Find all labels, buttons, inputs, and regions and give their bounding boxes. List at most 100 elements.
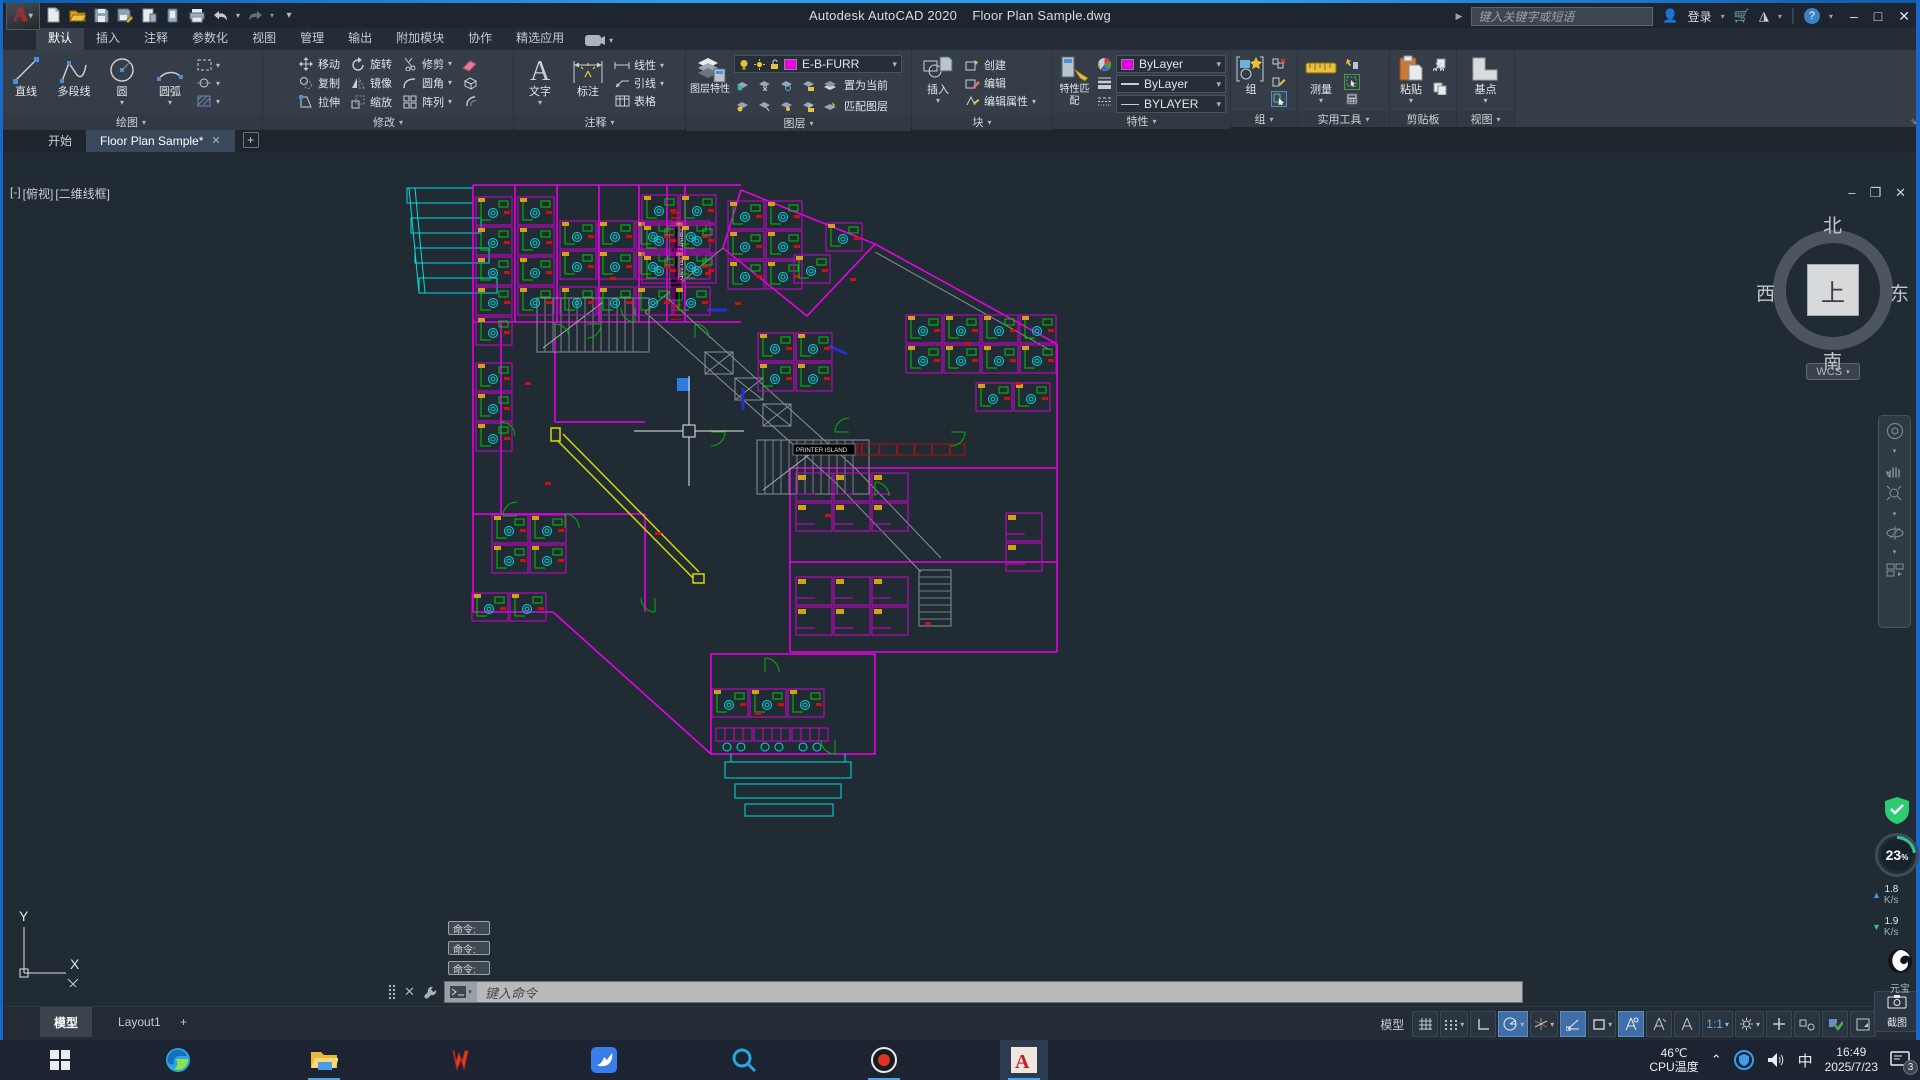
assistant-app-widget[interactable]: 元宝 xyxy=(1880,948,1920,995)
chevron-down-icon[interactable]: ▾ xyxy=(1460,1020,1464,1029)
set-current-button[interactable]: 置为当前 xyxy=(844,77,888,93)
close-button[interactable]: ✕ xyxy=(1898,8,1910,25)
drawing-canvas[interactable]: [-] [俯视] [二维线框] – ❐ ✕ 北 南 西 东 上 WCS ▾ ▾ ▾… xyxy=(0,152,1920,1006)
panel-label-annotate[interactable]: 注释 ▾ xyxy=(514,114,685,130)
panel-label-block[interactable]: 块 ▾ xyxy=(912,114,1052,130)
acceleration-ball-widget[interactable]: 23% xyxy=(1875,833,1919,877)
linetype-dropdown[interactable]: BYLAYER ▾ xyxy=(1116,95,1226,113)
tab-view[interactable]: 视图 xyxy=(240,26,288,50)
layout-tab-model[interactable]: 模型 xyxy=(40,1007,93,1037)
tab-manage[interactable]: 管理 xyxy=(288,26,336,50)
maximize-button[interactable]: □ xyxy=(1874,8,1882,25)
move-button[interactable]: 移动 xyxy=(298,55,340,73)
orbit-icon[interactable] xyxy=(1886,525,1904,541)
start-button[interactable] xyxy=(36,1040,84,1080)
create-block-button[interactable]: 创建 xyxy=(964,56,1036,74)
edit-attributes-button[interactable]: 编辑属性 ▾ xyxy=(964,92,1036,110)
tray-expand-icon[interactable]: ⌃ xyxy=(1711,1052,1722,1068)
pan-hand-icon[interactable] xyxy=(1885,462,1904,478)
app-store-cart-icon[interactable]: 🛒 xyxy=(1734,8,1750,24)
chevron-down-icon[interactable]: ▾ xyxy=(1893,510,1897,518)
circle-button[interactable]: 圆 ▾ xyxy=(100,52,144,114)
viewcube[interactable]: 北 南 西 东 上 WCS ▾ xyxy=(1756,215,1909,385)
trim-button[interactable]: 修剪 ▾ xyxy=(402,55,452,73)
new-drawing-tab-button[interactable]: + xyxy=(242,132,259,148)
viewcube-west[interactable]: 西 xyxy=(1756,279,1775,306)
workspace-switching[interactable]: ▾ xyxy=(1734,1011,1764,1037)
tab-output[interactable]: 输出 xyxy=(336,26,384,50)
screenshot-widget[interactable]: 截图 xyxy=(1874,991,1920,1032)
help-button[interactable]: ? xyxy=(1803,8,1820,24)
login-button[interactable]: 登录 xyxy=(1688,8,1712,25)
search-expand-icon[interactable]: ▶ xyxy=(1455,11,1462,22)
mirror-button[interactable]: 镜像 xyxy=(350,74,392,92)
ime-indicator[interactable]: 中 xyxy=(1798,1050,1813,1071)
autodesk-app-icon[interactable]: ◮ xyxy=(1759,8,1769,24)
close-icon[interactable]: ✕ xyxy=(404,984,415,1000)
tab-addins[interactable]: 附加模块 xyxy=(384,26,456,50)
command-input[interactable]: 键入命令 xyxy=(477,982,1522,1002)
explode-button[interactable] xyxy=(462,74,478,92)
select-similar-icon[interactable] xyxy=(1344,73,1360,90)
floor-plan-drawing[interactable]: PRINTER ISLAND PRINTER ISLAND xyxy=(405,182,1065,825)
layer-off-icon[interactable] xyxy=(734,77,750,93)
group-selection-toggle[interactable] xyxy=(1271,91,1287,107)
chevron-down-icon[interactable]: ▾ xyxy=(1520,1020,1524,1029)
taskbar-bird-app[interactable] xyxy=(580,1040,628,1080)
autoscale-toggle[interactable] xyxy=(1646,1011,1673,1037)
scale-value-dropdown[interactable]: 1:1 ▾ xyxy=(1702,1011,1733,1037)
match-properties-button[interactable]: 特性匹配 xyxy=(1057,52,1092,113)
notification-center[interactable]: 3 xyxy=(1890,1050,1918,1075)
tab-insert[interactable]: 插入 xyxy=(84,26,132,50)
copy-button[interactable]: 复制 xyxy=(298,74,340,92)
text-button[interactable]: A 文字 ▾ xyxy=(518,52,562,114)
hatch-tool-button[interactable]: ▾ xyxy=(196,92,220,110)
measure-button[interactable]: 测量 ▾ xyxy=(1302,52,1340,111)
help-dropdown-icon[interactable]: ▾ xyxy=(1829,12,1833,21)
drawing-minimize-button[interactable]: – xyxy=(1848,185,1855,201)
dimension-button[interactable]: 标注 xyxy=(566,52,610,114)
status-model-label[interactable]: 模型 xyxy=(1380,1016,1404,1033)
minimize-button[interactable]: – xyxy=(1850,8,1858,25)
chevron-down-icon[interactable]: ▾ xyxy=(1550,1020,1554,1029)
panel-label-layers[interactable]: 图层 ▾ xyxy=(686,115,911,131)
chevron-down-icon[interactable]: ▾ xyxy=(936,97,940,105)
customization-button[interactable] xyxy=(1766,1011,1792,1037)
chevron-down-icon[interactable]: ▾ xyxy=(1483,97,1487,105)
isolate-objects-button[interactable] xyxy=(1794,1011,1820,1037)
file-tab-close-icon[interactable]: ✕ xyxy=(211,134,220,147)
layer-unlock-icon[interactable] xyxy=(800,98,816,114)
file-tab-document[interactable]: Floor Plan Sample* ✕ xyxy=(86,128,235,152)
ungroup-icon[interactable] xyxy=(1271,56,1287,72)
command-prompt-icon[interactable]: ▾ xyxy=(445,982,477,1002)
layer-select-dropdown[interactable]: E-B-FURR ▾ xyxy=(734,55,902,73)
rotate-button[interactable]: 旋转 xyxy=(350,55,392,73)
lineweight-icon[interactable] xyxy=(1096,75,1112,91)
tab-parametric[interactable]: 参数化 xyxy=(180,26,240,50)
taskbar-autocad[interactable]: A xyxy=(1000,1040,1048,1080)
arc-button[interactable]: 圆弧 ▾ xyxy=(148,52,192,114)
layer-lock-icon[interactable] xyxy=(800,77,816,93)
chevron-down-icon[interactable]: ▾ xyxy=(1608,1020,1612,1029)
layer-sun-icon[interactable] xyxy=(778,98,794,114)
search-input[interactable]: 键入关键字或短语 xyxy=(1471,6,1654,26)
command-line[interactable]: ▾ 键入命令 xyxy=(444,981,1523,1003)
isodraft-toggle[interactable]: ▾ xyxy=(1530,1011,1559,1037)
tab-annotate[interactable]: 注释 xyxy=(132,26,180,50)
fillet-button[interactable]: 圆角 ▾ xyxy=(402,74,452,92)
centerline-tool-button[interactable]: ▾ xyxy=(196,74,220,92)
layout-tab-add[interactable]: + xyxy=(172,1007,195,1037)
panel-label-view[interactable]: 视图 ▾ xyxy=(1457,111,1514,127)
zoom-icon[interactable] xyxy=(1886,485,1904,503)
tab-featured-apps[interactable]: 精选应用 xyxy=(504,26,576,50)
navigation-wheel-icon[interactable] xyxy=(1886,422,1904,440)
object-snap-tracking-toggle[interactable] xyxy=(1560,1011,1587,1037)
taskbar-edge[interactable] xyxy=(154,1040,202,1080)
drawing-close-button[interactable]: ✕ xyxy=(1895,185,1906,201)
snap-toggle[interactable]: ▾ xyxy=(1440,1011,1469,1037)
graphics-performance-button[interactable] xyxy=(1822,1011,1848,1037)
stretch-button[interactable]: 拉伸 xyxy=(298,93,340,111)
viewport-menu-control[interactable]: [-] xyxy=(10,185,21,202)
layer-on-icon[interactable] xyxy=(734,98,750,114)
copy-clip-icon[interactable] xyxy=(1432,80,1448,96)
